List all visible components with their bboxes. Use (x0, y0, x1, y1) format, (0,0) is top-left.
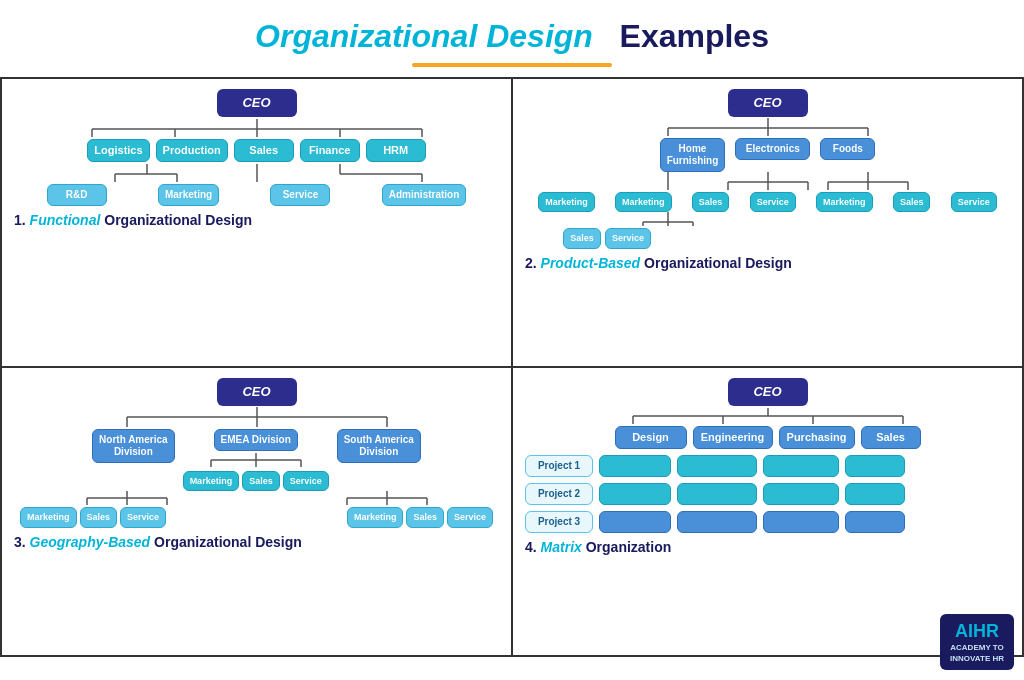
q2-electronics: Electronics (735, 138, 810, 160)
q2-elec-svc: Service (750, 192, 796, 213)
q2-org-chart: CEO HomeFurnishing Electronics Foods (525, 89, 1010, 249)
q2-home-mktg: Marketing (538, 192, 595, 213)
q4-engineering: Engineering (693, 426, 773, 449)
q2-foods-svc: Service (951, 192, 997, 213)
q1-admin: Administration (382, 184, 467, 206)
q1-production: Production (156, 139, 228, 162)
q3-ceo-box: CEO (217, 378, 297, 406)
q1-logistics: Logistics (87, 139, 149, 162)
q4-p3c1 (599, 511, 671, 533)
q3-na-svc: Service (120, 507, 166, 528)
q4-proj3: Project 3 (525, 511, 593, 533)
q4-ceo-box: CEO (728, 378, 808, 406)
q2-foods-sales: Sales (893, 192, 931, 213)
q4-proj2: Project 2 (525, 483, 593, 505)
q4-p2c1 (599, 483, 671, 505)
q1-hrm: HRM (366, 139, 426, 162)
q4-p3c2 (677, 511, 757, 533)
q4-p1c3 (763, 455, 839, 477)
q2-elec-mktg: Marketing (615, 192, 672, 213)
q1-rd: R&D (47, 184, 107, 206)
q4-label: 4. Matrix Organization (525, 539, 1010, 555)
q4-p2c4 (845, 483, 905, 505)
q4-sales: Sales (861, 426, 921, 449)
q3-sa-svc: Service (447, 507, 493, 528)
q3-na-mktg: Marketing (20, 507, 77, 528)
q4-p1c1 (599, 455, 671, 477)
q2-foods-mktg: Marketing (816, 192, 873, 213)
q1-ceo-box: CEO (217, 89, 297, 117)
q2-elec-sales: Sales (692, 192, 730, 213)
q4-design: Design (615, 426, 687, 449)
title-underline (412, 63, 612, 67)
q2-ceo-box: CEO (728, 89, 808, 117)
q4-purchasing: Purchasing (779, 426, 855, 449)
q3-sa-mktg: Marketing (347, 507, 404, 528)
q1-marketing: Marketing (158, 184, 219, 206)
q1-org-chart: CEO Logistics Production Sales Finan (14, 89, 499, 206)
quadrant-product: CEO HomeFurnishing Electronics Foods (513, 79, 1024, 368)
q2-home-svc: Service (605, 228, 651, 249)
q4-p2c3 (763, 483, 839, 505)
q3-na: North AmericaDivision (92, 429, 175, 463)
q3-emea-svc: Service (283, 471, 329, 492)
main-grid: CEO Logistics Production Sales Finan (0, 77, 1024, 657)
q3-emea-sales: Sales (242, 471, 280, 492)
q3-org-chart: CEO North AmericaDivision EMEA Division (14, 378, 499, 528)
quadrant-geography: CEO North AmericaDivision EMEA Division (2, 368, 513, 657)
q4-p3c4 (845, 511, 905, 533)
q2-home-sales: Sales (563, 228, 601, 249)
q1-service: Service (270, 184, 330, 206)
q3-sa: South AmericaDivision (337, 429, 421, 463)
q1-finance: Finance (300, 139, 360, 162)
q4-p3c3 (763, 511, 839, 533)
q3-emea-mktg: Marketing (183, 471, 240, 492)
page-title: Organizational Design Examples (0, 0, 1024, 67)
q1-sales: Sales (234, 139, 294, 162)
q3-sa-sales: Sales (406, 507, 444, 528)
q4-org-chart: CEO Design Engineering Purchasing Sales (525, 378, 1010, 533)
q3-na-sales: Sales (80, 507, 118, 528)
q4-p1c2 (677, 455, 757, 477)
q2-home: HomeFurnishing (660, 138, 726, 172)
aihr-logo: AIHR ACADEMY TOINNOVATE HR (940, 614, 1014, 670)
q4-p1c4 (845, 455, 905, 477)
q2-foods: Foods (820, 138, 875, 160)
q4-p2c2 (677, 483, 757, 505)
q3-label: 3. Geography-Based Organizational Design (14, 534, 499, 550)
q1-label: 1. Functional Organizational Design (14, 212, 499, 228)
q4-proj1: Project 1 (525, 455, 593, 477)
q3-emea: EMEA Division (214, 429, 298, 451)
quadrant-functional: CEO Logistics Production Sales Finan (2, 79, 513, 368)
q2-label: 2. Product-Based Organizational Design (525, 255, 1010, 271)
